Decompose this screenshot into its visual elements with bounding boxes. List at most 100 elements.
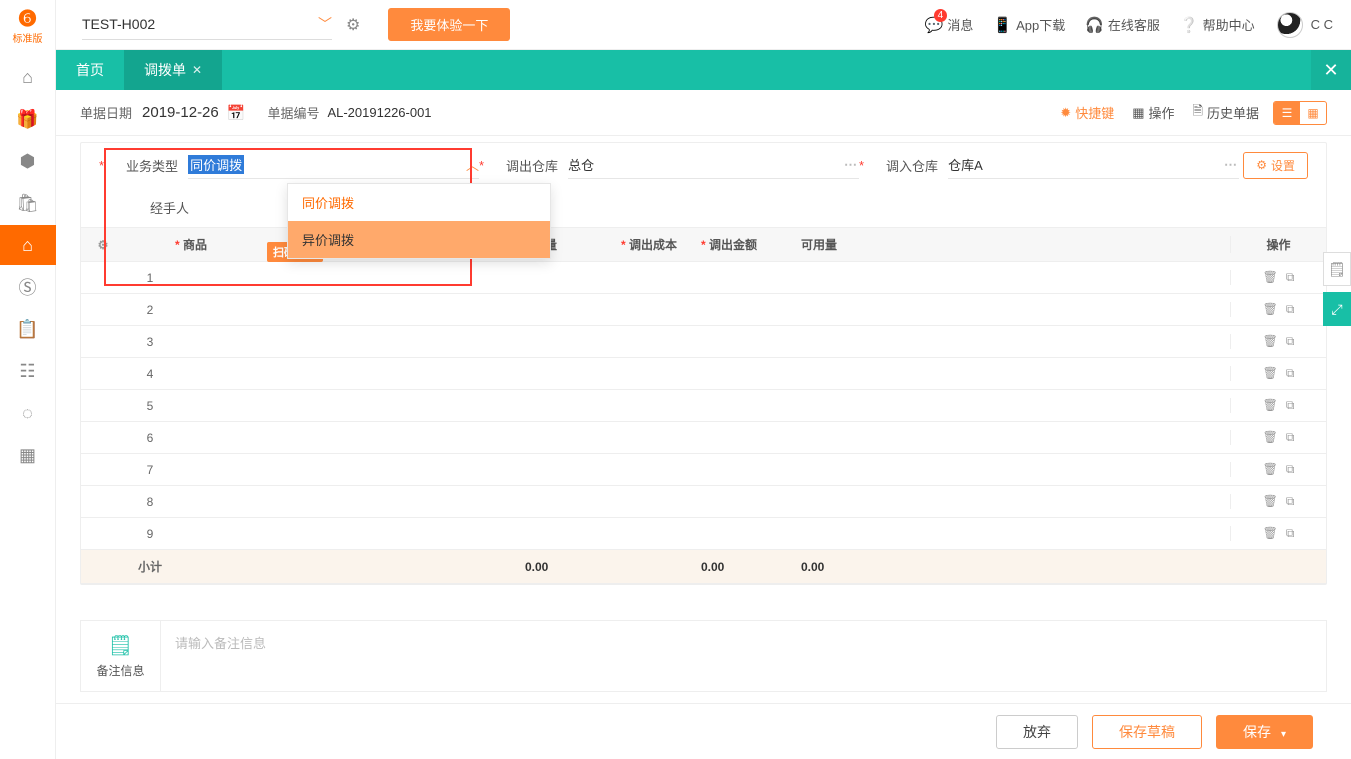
col-operation: 操作 xyxy=(1230,236,1326,253)
copy-icon[interactable]: ⧉ xyxy=(1286,526,1295,540)
table-gear-icon[interactable]: ⚙ xyxy=(81,238,125,252)
biz-type-option-same[interactable]: 同价调拨 xyxy=(288,184,550,221)
try-button[interactable]: 我要体验一下 xyxy=(388,8,510,41)
delete-icon[interactable]: 🗑 xyxy=(1263,334,1278,348)
topbar: TEST-H002 ﹀ ⚙ 我要体验一下 💬 消息 4 📱 App下载 🎧 在线… xyxy=(56,0,1351,50)
doc-no-label: 单据编号 xyxy=(267,103,319,122)
shop-name: TEST-H002 xyxy=(82,16,155,32)
messages-link[interactable]: 💬 消息 4 xyxy=(925,15,974,34)
handler-label: 经手人 xyxy=(99,198,189,217)
calendar-icon[interactable]: 📅 xyxy=(227,104,246,122)
remark-input[interactable]: 请输入备注信息 xyxy=(161,621,1326,691)
quickkey-link[interactable]: ✹快捷键 xyxy=(1060,103,1114,122)
close-icon[interactable]: ✕ xyxy=(192,63,202,77)
brand-logo: ❻ xyxy=(18,6,38,32)
operations-link[interactable]: ▦操作 xyxy=(1132,103,1174,122)
rail-warehouse-icon[interactable]: ⌂ xyxy=(0,225,56,265)
float-expand-icon[interactable]: ⤢ xyxy=(1323,292,1351,326)
rail-money-icon[interactable]: Ⓢ xyxy=(0,267,56,307)
delete-icon[interactable]: 🗑 xyxy=(1263,462,1278,476)
gear-icon: ⚙ xyxy=(1256,158,1267,172)
flash-icon: ✹ xyxy=(1060,105,1071,121)
biz-type-select[interactable]: 同价调拨 ︿ xyxy=(188,151,479,179)
rail-contact-icon[interactable]: ☷ xyxy=(0,351,56,391)
note-icon: 🗒 xyxy=(108,633,133,658)
tab-home[interactable]: 首页 xyxy=(56,50,124,90)
chevron-down-icon: ▾ xyxy=(1281,729,1286,740)
rail-calendar-icon[interactable]: ▦ xyxy=(0,435,56,475)
copy-icon[interactable]: ⧉ xyxy=(1286,366,1295,380)
delete-icon[interactable]: 🗑 xyxy=(1263,270,1278,284)
view-list-icon[interactable]: ☰ xyxy=(1274,102,1300,124)
tab-transfer-order[interactable]: 调拨单✕ xyxy=(124,50,222,90)
chevron-up-icon: ︿ xyxy=(466,155,479,174)
document-header: 单据日期 2019-12-26 📅 单据编号 AL-20191226-001 ✹… xyxy=(56,90,1351,136)
remark-label-block: 🗒 备注信息 xyxy=(81,621,161,691)
copy-icon[interactable]: ⧉ xyxy=(1286,398,1295,412)
delete-icon[interactable]: 🗑 xyxy=(1263,398,1278,412)
delete-icon[interactable]: 🗑 xyxy=(1263,526,1278,540)
headset-icon: 🎧 xyxy=(1085,16,1104,34)
copy-icon[interactable]: ⧉ xyxy=(1286,334,1295,348)
table-row[interactable]: 4🗑⧉ xyxy=(81,358,1326,390)
rail-home-icon[interactable]: ⌂ xyxy=(0,57,56,97)
delete-icon[interactable]: 🗑 xyxy=(1263,494,1278,508)
delete-icon[interactable]: 🗑 xyxy=(1263,366,1278,380)
tabs-close-all[interactable]: ✕ xyxy=(1311,50,1351,90)
customer-service-link[interactable]: 🎧 在线客服 xyxy=(1085,15,1160,34)
float-note-icon[interactable]: 🗒 xyxy=(1323,252,1351,286)
view-grid-icon[interactable]: ▦ xyxy=(1300,102,1326,124)
table-row[interactable]: 3🗑⧉ xyxy=(81,326,1326,358)
discard-button[interactable]: 放弃 xyxy=(996,715,1078,749)
history-link[interactable]: 🗎历史单据 xyxy=(1193,102,1259,124)
avatar[interactable] xyxy=(1277,12,1303,38)
view-toggle: ☰ ▦ xyxy=(1273,101,1327,125)
gear-icon[interactable]: ⚙ xyxy=(346,15,360,35)
table-header: ⚙ 商品扫码录入 规格型号 库存单位 数量 调出成本 调出金额 可用量 操作 xyxy=(81,228,1326,262)
doc-date-value[interactable]: 2019-12-26 xyxy=(142,104,219,121)
chevron-down-icon: ﹀ xyxy=(318,14,332,34)
copy-icon[interactable]: ⧉ xyxy=(1286,430,1295,444)
rail-gift-icon[interactable]: 🎁 xyxy=(0,99,56,139)
rail-house-icon[interactable]: ⬢ xyxy=(0,141,56,181)
copy-icon[interactable]: ⧉ xyxy=(1286,270,1295,284)
form-row-1: * 业务类型 同价调拨 ︿ 同价调拨 异价调拨 * 调出仓库 总仓 ⋯ * 调入… xyxy=(81,143,1326,187)
tab-strip: 首页 调拨单✕ ✕ xyxy=(56,50,1351,90)
col-cost: 调出成本 xyxy=(621,236,701,253)
rail-clipboard-icon[interactable]: 📋 xyxy=(0,309,56,349)
delete-icon[interactable]: 🗑 xyxy=(1263,302,1278,316)
help-center-link[interactable]: ❔ 帮助中心 xyxy=(1180,15,1255,34)
table-row[interactable]: 8🗑⧉ xyxy=(81,486,1326,518)
save-draft-button[interactable]: 保存草稿 xyxy=(1092,715,1202,749)
form-row-2: 经手人 xyxy=(81,187,1326,227)
delete-icon[interactable]: 🗑 xyxy=(1263,430,1278,444)
table-row[interactable]: 5🗑⧉ xyxy=(81,390,1326,422)
field-in-warehouse: * 调入仓库 仓库A ⋯ xyxy=(859,151,1239,179)
copy-icon[interactable]: ⧉ xyxy=(1286,494,1295,508)
table-row[interactable]: 1🗑⧉ xyxy=(81,262,1326,294)
left-rail: ❻ 标准版 ⌂ 🎁 ⬢ 🛍 ⌂ Ⓢ 📋 ☷ ◌ ▦ xyxy=(0,0,56,759)
more-icon: ⋯ xyxy=(844,157,859,173)
table-row[interactable]: 2🗑⧉ xyxy=(81,294,1326,326)
username[interactable]: C C xyxy=(1311,17,1333,32)
table-row[interactable]: 6🗑⧉ xyxy=(81,422,1326,454)
table-row[interactable]: 9🗑⧉ xyxy=(81,518,1326,550)
rail-bag-icon[interactable]: 🛍 xyxy=(0,183,56,223)
copy-icon[interactable]: ⧉ xyxy=(1286,462,1295,476)
form-card: * 业务类型 同价调拨 ︿ 同价调拨 异价调拨 * 调出仓库 总仓 ⋯ * 调入… xyxy=(80,142,1327,585)
rail-loading-icon[interactable]: ◌ xyxy=(0,393,56,433)
app-download-link[interactable]: 📱 App下载 xyxy=(993,15,1065,34)
messages-badge: 4 xyxy=(934,9,948,22)
settings-button[interactable]: ⚙设置 xyxy=(1243,152,1308,179)
biz-type-option-diff[interactable]: 异价调拨 xyxy=(288,221,550,258)
table-row[interactable]: 7🗑⧉ xyxy=(81,454,1326,486)
phone-icon: 📱 xyxy=(993,16,1012,34)
biz-type-dropdown: 同价调拨 异价调拨 xyxy=(287,183,551,259)
save-button[interactable]: 保存▾ xyxy=(1216,715,1313,749)
copy-icon[interactable]: ⧉ xyxy=(1286,302,1295,316)
out-warehouse-select[interactable]: 总仓 ⋯ xyxy=(568,151,859,179)
shop-select[interactable]: TEST-H002 ﹀ xyxy=(82,10,332,40)
in-warehouse-select[interactable]: 仓库A ⋯ xyxy=(948,151,1239,179)
remark-card: 🗒 备注信息 请输入备注信息 xyxy=(80,620,1327,692)
footer-bar: 放弃 保存草稿 保存▾ xyxy=(56,703,1351,759)
